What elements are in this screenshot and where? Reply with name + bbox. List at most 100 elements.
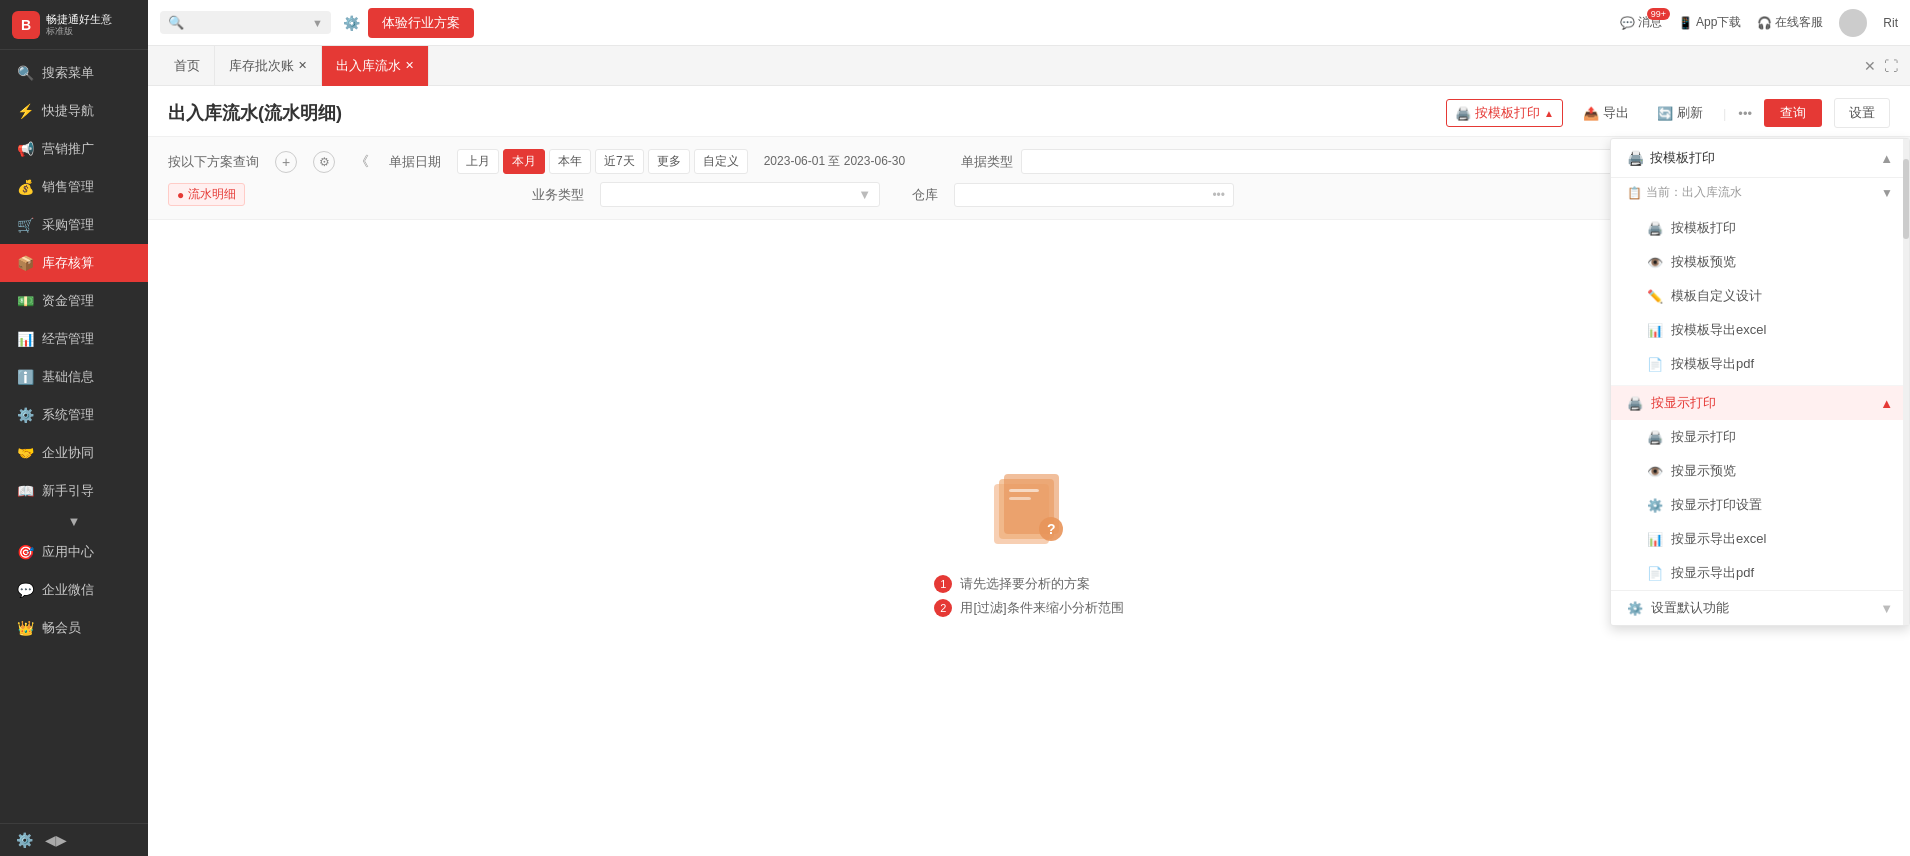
topbar-right: 💬 消息 99+ 📱 App下载 🎧 在线客服 Rit bbox=[1620, 9, 1898, 37]
print-header-icon: 🖨️ bbox=[1627, 150, 1644, 166]
tab-flow-close[interactable]: ✕ bbox=[405, 59, 414, 72]
username-label[interactable]: Rit bbox=[1883, 16, 1898, 30]
tab-home[interactable]: 首页 bbox=[160, 46, 215, 86]
wallet-icon: 💵 bbox=[16, 293, 34, 309]
dropdown-item-display-excel[interactable]: 📊 按显示导出excel bbox=[1611, 522, 1909, 556]
sidebar-item-search[interactable]: 🔍 搜索菜单 bbox=[0, 54, 148, 92]
message-btn[interactable]: 💬 消息 99+ bbox=[1620, 14, 1662, 31]
more-dots-icon[interactable]: ••• bbox=[1738, 106, 1752, 121]
svg-text:?: ? bbox=[1047, 521, 1056, 537]
collapse-icon[interactable]: ◀▶ bbox=[45, 832, 67, 848]
warehouse-more-icon[interactable]: ••• bbox=[1212, 188, 1225, 202]
box-icon: 📦 bbox=[16, 255, 34, 271]
gear-bottom-icon[interactable]: ⚙️ bbox=[16, 832, 33, 848]
dropdown-item-template-excel[interactable]: 📊 按模板导出excel bbox=[1611, 313, 1909, 347]
message-icon: 💬 bbox=[1620, 16, 1635, 30]
sidebar-item-sales[interactable]: 💰 销售管理 bbox=[0, 168, 148, 206]
dropdown-item-display-print[interactable]: 🖨️ 按显示打印 bbox=[1611, 420, 1909, 454]
date-btn-thisyear[interactable]: 本年 bbox=[549, 149, 591, 174]
settings-icon: ⚙️ bbox=[16, 407, 34, 423]
date-btn-lastmonth[interactable]: 上月 bbox=[457, 149, 499, 174]
sidebar-item-member[interactable]: 👑 畅会员 bbox=[0, 609, 148, 647]
scroll-thumb[interactable] bbox=[1903, 159, 1909, 239]
sidebar-item-operations[interactable]: 📊 经营管理 bbox=[0, 320, 148, 358]
display-section-chevron: ▲ bbox=[1880, 396, 1893, 411]
dropdown-item-display-settings[interactable]: ⚙️ 按显示打印设置 bbox=[1611, 488, 1909, 522]
cart-icon: 🛒 bbox=[16, 217, 34, 233]
sidebar-item-quicknav[interactable]: ⚡ 快捷导航 bbox=[0, 92, 148, 130]
date-btn-7days[interactable]: 近7天 bbox=[595, 149, 644, 174]
topbar-gear-icon[interactable]: ⚙️ bbox=[343, 15, 360, 31]
search-input[interactable] bbox=[188, 16, 308, 30]
dropdown-item-display-pdf[interactable]: 📄 按显示导出pdf bbox=[1611, 556, 1909, 590]
date-btn-thismonth[interactable]: 本月 bbox=[503, 149, 545, 174]
date-btn-more[interactable]: 更多 bbox=[648, 149, 690, 174]
sidebar-item-marketing[interactable]: 📢 营销推广 bbox=[0, 130, 148, 168]
industry-btn[interactable]: 体验行业方案 bbox=[368, 8, 474, 38]
app-download-btn[interactable]: 📱 App下载 bbox=[1678, 14, 1741, 31]
filter-tag-area: ● 流水明细 bbox=[168, 183, 508, 206]
apps-icon: 🎯 bbox=[16, 544, 34, 560]
money-icon: 💰 bbox=[16, 179, 34, 195]
logo-text: 畅捷通好生意 标准版 bbox=[46, 12, 112, 38]
refresh-btn[interactable]: 🔄 刷新 bbox=[1649, 100, 1711, 126]
logo-icon: B bbox=[12, 11, 40, 39]
handshake-icon: 🤝 bbox=[16, 445, 34, 461]
scroll-indicator bbox=[1903, 139, 1909, 625]
date-btn-custom[interactable]: 自定义 bbox=[694, 149, 748, 174]
tab-close-all-icon[interactable]: ✕ bbox=[1864, 58, 1876, 74]
scroll-down-btn[interactable]: ▼ bbox=[0, 510, 148, 533]
filter-add-btn[interactable]: + bbox=[275, 151, 297, 173]
dropdown-footer[interactable]: ⚙️ 设置默认功能 ▼ bbox=[1611, 590, 1909, 625]
phone-icon: 📱 bbox=[1678, 16, 1693, 30]
display-print-icon: 🖨️ bbox=[1647, 430, 1663, 445]
sidebar-item-purchase[interactable]: 🛒 采购管理 bbox=[0, 206, 148, 244]
footer-chevron: ▼ bbox=[1880, 601, 1893, 616]
sidebar-item-apps[interactable]: 🎯 应用中心 bbox=[0, 533, 148, 571]
tag-icon: ● bbox=[177, 188, 184, 202]
tab-batch[interactable]: 库存批次账 ✕ bbox=[215, 46, 322, 86]
display-excel-icon: 📊 bbox=[1647, 532, 1663, 547]
sidebar-item-guide[interactable]: 📖 新手引导 bbox=[0, 472, 148, 510]
filter-tag-item[interactable]: ● 流水明细 bbox=[168, 183, 245, 206]
filter-settings-btn[interactable]: ⚙ bbox=[313, 151, 335, 173]
sidebar-item-wechat[interactable]: 💬 企业微信 bbox=[0, 571, 148, 609]
topbar: 🔍 ▼ ⚙️ 体验行业方案 💬 消息 99+ 📱 App下载 🎧 在线客服 Ri… bbox=[148, 0, 1910, 46]
dropdown-item-template-design[interactable]: ✏️ 模板自定义设计 bbox=[1611, 279, 1909, 313]
avatar[interactable] bbox=[1839, 9, 1867, 37]
business-type-select[interactable]: ▼ bbox=[600, 182, 880, 207]
dropdown-item-display-preview[interactable]: 👁️ 按显示预览 bbox=[1611, 454, 1909, 488]
template-print-btn[interactable]: 🖨️ 按模板打印 ▲ bbox=[1446, 99, 1563, 127]
headset-icon: 🎧 bbox=[1757, 16, 1772, 30]
sidebar-item-finance[interactable]: 💵 资金管理 bbox=[0, 282, 148, 320]
dropdown-item-template-print[interactable]: 🖨️ 按模板打印 bbox=[1611, 211, 1909, 245]
search-dropdown-btn[interactable]: ▼ bbox=[312, 17, 323, 29]
dropdown-item-template-preview[interactable]: 👁️ 按模板预览 bbox=[1611, 245, 1909, 279]
book-icon: 📖 bbox=[16, 483, 34, 499]
tab-expand-icon[interactable]: ⛶ bbox=[1884, 58, 1898, 74]
tab-flow[interactable]: 出入库流水 ✕ bbox=[322, 46, 429, 86]
sidebar-item-collab[interactable]: 🤝 企业协同 bbox=[0, 434, 148, 472]
search-box[interactable]: 🔍 ▼ bbox=[160, 11, 331, 34]
chevron-up-icon: ▲ bbox=[1544, 108, 1554, 119]
search-input-icon: 🔍 bbox=[168, 15, 184, 30]
tab-batch-close[interactable]: ✕ bbox=[298, 59, 307, 72]
display-print-header[interactable]: 🖨️ 按显示打印 ▲ bbox=[1611, 386, 1909, 420]
export-btn[interactable]: 📤 导出 bbox=[1575, 100, 1637, 126]
dropdown-item-template-pdf[interactable]: 📄 按模板导出pdf bbox=[1611, 347, 1909, 381]
sidebar-item-system[interactable]: ⚙️ 系统管理 bbox=[0, 396, 148, 434]
warehouse-select[interactable]: ••• bbox=[954, 183, 1234, 207]
service-btn[interactable]: 🎧 在线客服 bbox=[1757, 14, 1823, 31]
filter-collapse-btn[interactable]: 《 bbox=[351, 151, 373, 173]
settings-btn[interactable]: 设置 bbox=[1834, 98, 1890, 128]
dropdown-header-chevron[interactable]: ▲ bbox=[1880, 151, 1893, 166]
display-print-section: 🖨️ 按显示打印 ▲ 🖨️ 按显示打印 👁️ 按显示预览 ⚙️ 按显示打印设置 bbox=[1611, 385, 1909, 590]
query-btn[interactable]: 查询 bbox=[1764, 99, 1822, 127]
date-label: 单据日期 bbox=[389, 153, 441, 171]
tabs-controls: ✕ ⛶ bbox=[1864, 58, 1898, 74]
excel-icon: 📊 bbox=[1647, 323, 1663, 338]
display-print-header-icon: 🖨️ bbox=[1627, 396, 1643, 411]
pdf-icon: 📄 bbox=[1647, 357, 1663, 372]
sidebar-item-basic[interactable]: ℹ️ 基础信息 bbox=[0, 358, 148, 396]
sidebar-item-inventory[interactable]: 📦 库存核算 bbox=[0, 244, 148, 282]
